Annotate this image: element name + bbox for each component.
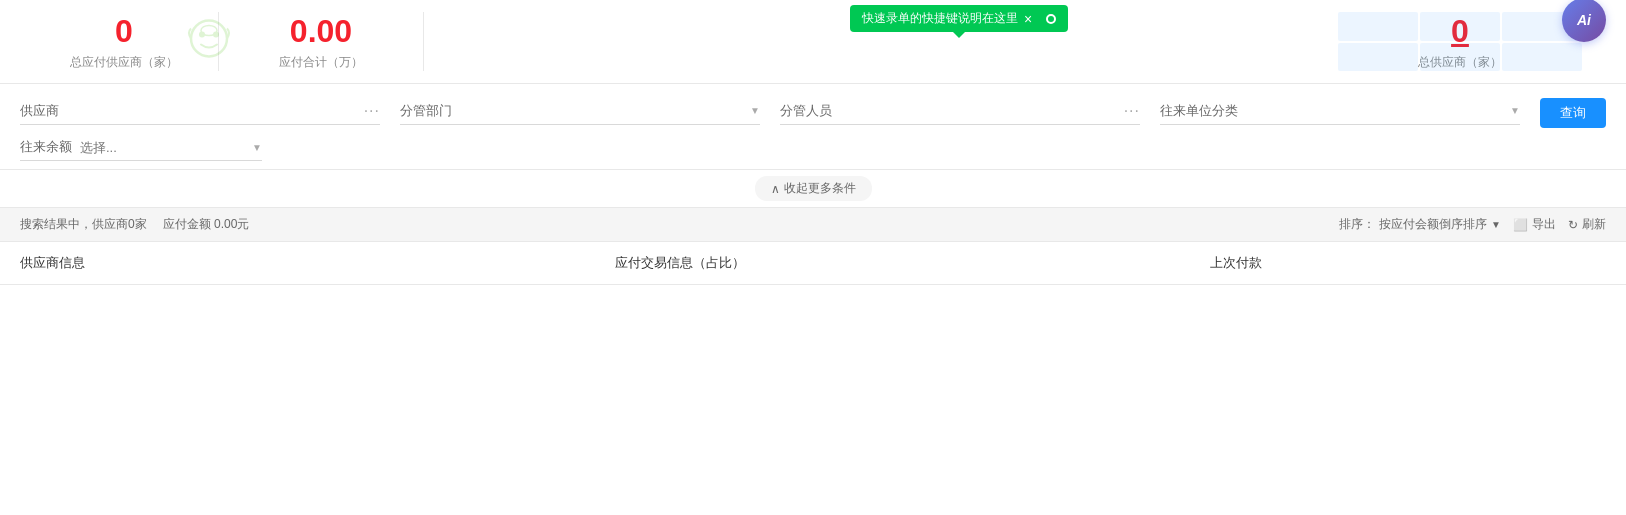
collapse-button[interactable]: ∧ 收起更多条件 (755, 176, 872, 201)
total-suppliers-label: 总供应商（家） (1418, 54, 1502, 71)
total-suppliers-number: 0 (1451, 12, 1469, 50)
col-header-transaction: 应付交易信息（占比） (615, 254, 1210, 272)
balance-arrow-icon[interactable]: ▼ (252, 142, 262, 153)
stat-total-suppliers: 0 总供应商（家） (1378, 12, 1542, 71)
payable-suppliers-label: 总应付供应商（家） (70, 54, 178, 71)
filter-row-2: 往来余额 ▼ (20, 138, 1606, 161)
department-filter-item: 分管部门 ▼ (400, 102, 760, 125)
stats-bar: 0 总应付供应商（家） 0.00 应付合计（万） 快速录单的快捷键说明在这里 × (0, 0, 1626, 84)
export-icon: ⬜ (1513, 218, 1528, 232)
collapse-bar: ∧ 收起更多条件 (0, 170, 1626, 208)
result-bar: 搜索结果中，供应商0家 应付金额 0.00元 排序： 按应付会额倒序排序 ▼ ⬜… (0, 208, 1626, 242)
tooltip-text: 快速录单的快捷键说明在这里 (862, 10, 1018, 27)
unit-category-filter-item: 往来单位分类 ▼ (1160, 102, 1520, 125)
payable-suppliers-number: 0 (115, 12, 133, 50)
col-header-supplier: 供应商信息 (20, 254, 615, 272)
department-input[interactable] (460, 103, 746, 118)
collapse-chevron-icon: ∧ (771, 182, 780, 196)
ai-label: Ai (1577, 12, 1591, 28)
tooltip-bubble: 快速录单的快捷键说明在这里 × (850, 5, 1068, 32)
result-suppliers-count: 搜索结果中，供应商0家 (20, 216, 147, 233)
person-filter-item: 分管人员 ··· (780, 102, 1140, 125)
balance-filter-label: 往来余额 (20, 138, 72, 156)
department-arrow-icon[interactable]: ▼ (750, 105, 760, 116)
export-label: 导出 (1532, 216, 1556, 233)
collapse-label: 收起更多条件 (784, 180, 856, 197)
person-more-icon[interactable]: ··· (1124, 102, 1140, 120)
export-button[interactable]: ⬜ 导出 (1513, 216, 1556, 233)
unit-category-input[interactable] (1246, 103, 1506, 118)
department-filter-label: 分管部门 (400, 102, 452, 120)
unit-category-label: 往来单位分类 (1160, 102, 1238, 120)
refresh-icon: ↻ (1568, 218, 1578, 232)
query-button[interactable]: 查询 (1540, 98, 1606, 128)
payable-total-label: 应付合计（万） (279, 54, 363, 71)
result-amount: 应付金额 0.00元 (163, 216, 250, 233)
result-summary: 搜索结果中，供应商0家 应付金额 0.00元 (20, 216, 249, 233)
refresh-button[interactable]: ↻ 刷新 (1568, 216, 1606, 233)
stat-payable-total: 0.00 应付合计（万） (219, 12, 424, 71)
ai-circle-button[interactable]: Ai (1562, 0, 1606, 42)
sort-label: 排序： (1339, 216, 1375, 233)
sort-dropdown[interactable]: 排序： 按应付会额倒序排序 ▼ (1339, 216, 1501, 233)
unit-category-arrow-icon[interactable]: ▼ (1510, 105, 1520, 116)
table-body (0, 285, 1626, 515)
table-header: 供应商信息 应付交易信息（占比） 上次付款 (0, 242, 1626, 285)
sort-value: 按应付会额倒序排序 (1379, 216, 1487, 233)
result-actions: 排序： 按应付会额倒序排序 ▼ ⬜ 导出 ↻ 刷新 (1339, 216, 1606, 233)
person-filter-label: 分管人员 (780, 102, 832, 120)
tooltip-close-button[interactable]: × (1024, 12, 1032, 26)
decorative-icon (179, 10, 239, 73)
col-header-lastpay: 上次付款 (1210, 254, 1607, 272)
refresh-label: 刷新 (1582, 216, 1606, 233)
balance-input[interactable] (80, 140, 248, 155)
payable-total-number: 0.00 (290, 12, 352, 50)
filter-row-1: 供应商 ··· 分管部门 ▼ 分管人员 ··· 往来单位分类 ▼ 查询 (20, 98, 1606, 128)
supplier-input[interactable] (67, 103, 364, 118)
supplier-filter-label: 供应商 (20, 102, 59, 120)
balance-filter-item: 往来余额 ▼ (20, 138, 262, 161)
filter-bar: 供应商 ··· 分管部门 ▼ 分管人员 ··· 往来单位分类 ▼ 查询 往来余额 (0, 84, 1626, 170)
person-input[interactable] (840, 103, 1124, 118)
svg-point-3 (201, 25, 217, 35)
supplier-filter-item: 供应商 ··· (20, 102, 380, 125)
supplier-more-icon[interactable]: ··· (364, 102, 380, 120)
sort-arrow-icon: ▼ (1491, 219, 1501, 230)
stat-total-suppliers-wrapper: 0 总供应商（家） (1338, 12, 1582, 71)
tooltip-dot (1046, 14, 1056, 24)
ai-button-area[interactable]: Ai (1562, 0, 1606, 42)
